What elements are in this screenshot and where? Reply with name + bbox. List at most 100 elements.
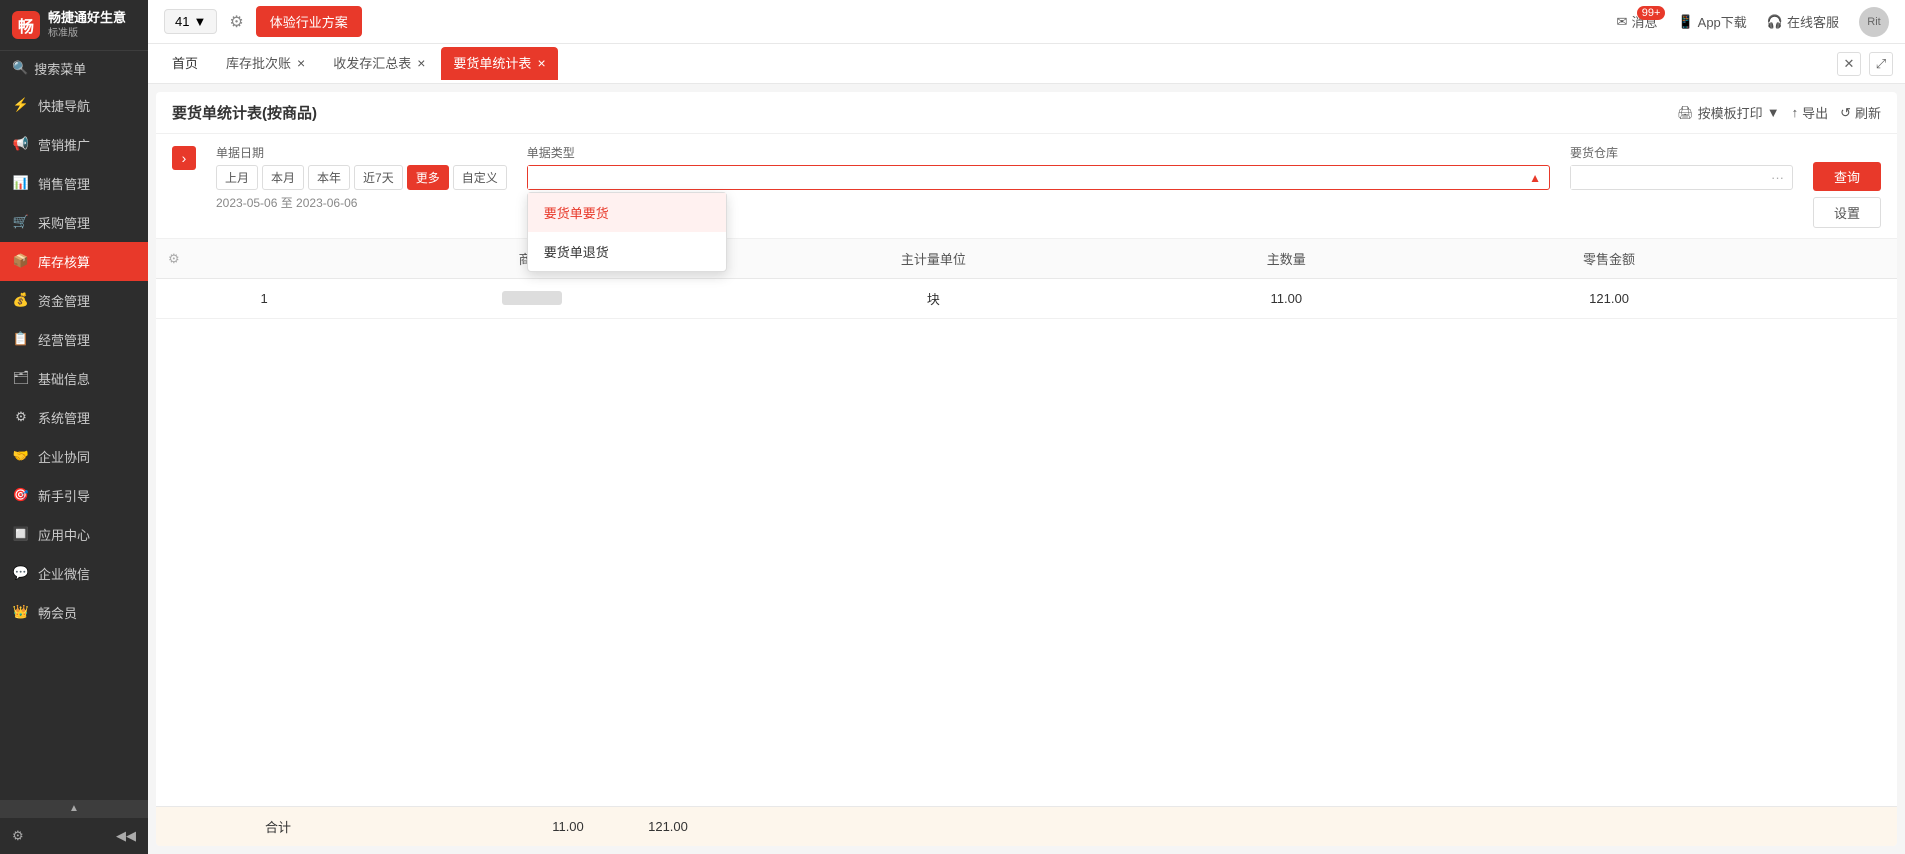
type-filter-input[interactable] xyxy=(528,166,1521,189)
filter-toggle-btn[interactable]: › xyxy=(172,146,196,170)
sidebar-item-finance[interactable]: 💰 资金管理 xyxy=(0,281,148,320)
logo-icon: 畅 xyxy=(12,11,40,39)
dropdown-item-order-goods[interactable]: 要货单要货 xyxy=(528,193,726,232)
date-btn-last-month[interactable]: 上月 xyxy=(216,165,258,190)
member-icon: 👑 xyxy=(12,603,30,621)
row-extra-cell xyxy=(1786,279,1897,319)
col-settings-icon[interactable]: ⚙ xyxy=(168,251,180,266)
avatar: Rit xyxy=(1859,7,1889,37)
warehouse-filter-label: 要货仓库 xyxy=(1570,144,1793,161)
sidebar-item-sales[interactable]: 📊 销售管理 xyxy=(0,164,148,203)
sidebar-item-member[interactable]: 👑 畅会员 xyxy=(0,593,148,632)
tab-close-all-btn[interactable]: ✕ xyxy=(1837,52,1861,76)
print-icon: 🖨 xyxy=(1677,105,1694,121)
tab-order-stats[interactable]: 要货单统计表 × xyxy=(441,47,557,80)
industry-btn[interactable]: 体验行业方案 xyxy=(256,6,362,37)
sidebar-item-enterprise[interactable]: 🤝 企业协同 xyxy=(0,437,148,476)
sidebar-search[interactable]: 🔍 搜索菜单 xyxy=(0,51,148,86)
page-title: 要货单统计表(按商品) xyxy=(172,102,317,123)
refresh-btn[interactable]: ↺ 刷新 xyxy=(1840,103,1881,122)
col-unit: 主计量单位 xyxy=(727,239,1140,279)
logo-text: 畅捷通好生意 标准版 xyxy=(48,10,126,40)
search-icon: 🔍 xyxy=(12,60,28,76)
inventory-icon: 📦 xyxy=(12,252,30,270)
tab-order-stats-close[interactable]: × xyxy=(537,56,545,70)
tab-receive-summary[interactable]: 收发存汇总表 × xyxy=(321,47,437,80)
sidebar-item-operations[interactable]: 📋 经营管理 xyxy=(0,320,148,359)
notification-btn[interactable]: ✉ 消息 99+ xyxy=(1617,12,1658,31)
tab-expand-btn[interactable]: ⤢ xyxy=(1869,52,1893,76)
tab-batch-account-close[interactable]: × xyxy=(297,56,305,70)
col-settings: ⚙ xyxy=(156,239,192,279)
mobile-icon: 📱 xyxy=(1677,14,1693,30)
col-row-num xyxy=(192,239,337,279)
online-service-label: 在线客服 xyxy=(1787,12,1839,31)
sidebar-item-marketing[interactable]: 📢 营销推广 xyxy=(0,125,148,164)
col-amount: 零售金额 xyxy=(1433,239,1786,279)
tab-batch-account-label: 库存批次账 xyxy=(226,53,291,72)
enterprise-icon: 🤝 xyxy=(12,447,30,465)
date-btn-custom[interactable]: 自定义 xyxy=(453,165,507,190)
export-label: 导出 xyxy=(1802,103,1828,122)
footer-amount: 121.00 xyxy=(618,819,718,834)
app-center-icon: 🔲 xyxy=(12,525,30,543)
date-btn-this-month[interactable]: 本月 xyxy=(262,165,304,190)
sidebar-scroll-down[interactable]: ▲ xyxy=(0,800,148,817)
dropdown-item-order-goods-label: 要货单要货 xyxy=(544,206,609,221)
inventory-label: 库存核算 xyxy=(38,252,90,271)
tab-actions: ✕ ⤢ xyxy=(1837,52,1893,76)
user-avatar-btn[interactable]: Rit xyxy=(1859,7,1889,37)
sidebar: 畅 畅捷通好生意 标准版 🔍 搜索菜单 ⚡ 快捷导航 📢 营销推广 📊 销售管理… xyxy=(0,0,148,854)
header-right: ✉ 消息 99+ 📱 App下载 🎧 在线客服 Rit xyxy=(1617,7,1889,37)
tab-batch-account[interactable]: 库存批次账 × xyxy=(214,47,317,80)
tab-home[interactable]: 首页 xyxy=(160,47,210,80)
page-title-actions: 🖨 按模板打印 ▼ ↑ 导出 ↺ 刷新 xyxy=(1677,103,1881,122)
sidebar-item-app-center[interactable]: 🔲 应用中心 xyxy=(0,515,148,554)
finance-icon: 💰 xyxy=(12,291,30,309)
warehouse-more-btn[interactable]: ··· xyxy=(1763,166,1792,189)
row-qty-cell: 11.00 xyxy=(1140,279,1433,319)
guide-label: 新手引导 xyxy=(38,486,90,505)
purchase-icon: 🛒 xyxy=(12,213,30,231)
row-num-cell: 1 xyxy=(192,279,337,319)
table-header-row: ⚙ 商品 主计量单位 主数量 零售金额 xyxy=(156,239,1897,279)
tab-receive-summary-close[interactable]: × xyxy=(417,56,425,70)
collapse-icon[interactable]: ◀◀ xyxy=(116,828,136,844)
purchase-label: 采购管理 xyxy=(38,213,90,232)
query-btn[interactable]: 查询 xyxy=(1813,162,1881,191)
sidebar-logo: 畅 畅捷通好生意 标准版 xyxy=(0,0,148,51)
date-filter-group: 单据日期 上月 本月 本年 近7天 更多 自定义 2023-05-06 至 20… xyxy=(216,144,507,211)
filter-bar: › 单据日期 上月 本月 本年 近7天 更多 自定义 2023-05-06 至 … xyxy=(156,134,1897,239)
row-settings-cell xyxy=(156,279,192,319)
type-filter-arrow[interactable]: ▲ xyxy=(1521,167,1549,189)
type-filter-group: 单据类型 ▲ 要货单要货 要货单退货 xyxy=(527,144,1550,190)
page-title-bar: 要货单统计表(按商品) 🖨 按模板打印 ▼ ↑ 导出 ↺ 刷新 xyxy=(156,92,1897,134)
sidebar-item-inventory[interactable]: 📦 库存核算 xyxy=(0,242,148,281)
marketing-icon: 📢 xyxy=(12,135,30,153)
sidebar-item-wechat[interactable]: 💬 企业微信 xyxy=(0,554,148,593)
dropdown-item-order-return[interactable]: 要货单退货 xyxy=(528,232,726,271)
row-amount-cell: 121.00 xyxy=(1433,279,1786,319)
notification-badge: 99+ xyxy=(1637,6,1666,20)
warehouse-input[interactable] xyxy=(1571,166,1763,189)
tab-home-label: 首页 xyxy=(172,53,198,72)
sidebar-item-guide[interactable]: 🎯 新手引导 xyxy=(0,476,148,515)
operations-icon: 📋 xyxy=(12,330,30,348)
app-download-btn[interactable]: 📱 App下载 xyxy=(1677,12,1746,31)
online-service-btn[interactable]: 🎧 在线客服 xyxy=(1767,12,1839,31)
date-range: 2023-05-06 至 2023-06-06 xyxy=(216,194,507,211)
sidebar-item-quick-nav[interactable]: ⚡ 快捷导航 xyxy=(0,86,148,125)
date-btn-this-year[interactable]: 本年 xyxy=(308,165,350,190)
type-filter-label: 单据类型 xyxy=(527,144,1550,161)
export-btn[interactable]: ↑ 导出 xyxy=(1792,103,1829,122)
filter-settings-btn[interactable]: 设置 xyxy=(1813,197,1881,228)
sidebar-item-purchase[interactable]: 🛒 采购管理 xyxy=(0,203,148,242)
gear-settings-icon[interactable]: ⚙ xyxy=(229,12,243,32)
settings-bottom-icon[interactable]: ⚙ xyxy=(12,828,24,844)
sidebar-item-basic-info[interactable]: 🗂 基础信息 xyxy=(0,359,148,398)
date-btn-7days[interactable]: 近7天 xyxy=(354,165,403,190)
sidebar-item-system[interactable]: ⚙ 系统管理 xyxy=(0,398,148,437)
print-template-btn[interactable]: 🖨 按模板打印 ▼ xyxy=(1677,103,1779,122)
store-selector[interactable]: 41 ▼ xyxy=(164,9,217,34)
date-btn-more[interactable]: 更多 xyxy=(407,165,449,190)
